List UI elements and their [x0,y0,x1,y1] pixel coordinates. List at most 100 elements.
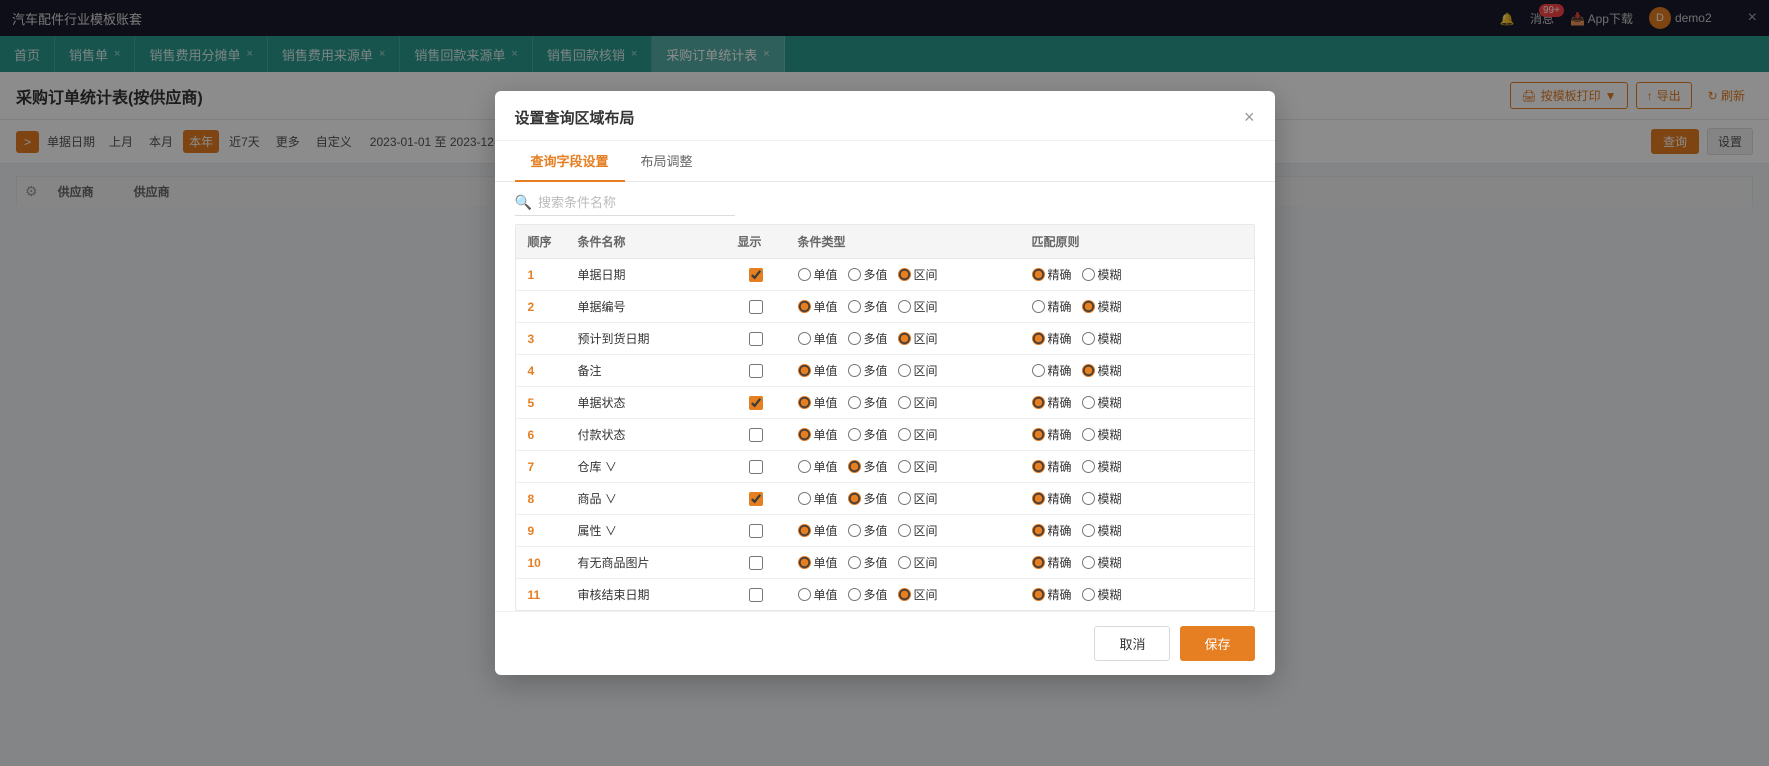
tab-layout-adjust[interactable]: 布局调整 [625,141,709,182]
table-row: 2 单据编号 单值 多值 区间 [516,291,1254,323]
match-exact-3[interactable]: 精确 [1032,362,1072,379]
type-single-6[interactable]: 单值 [798,458,838,475]
type-range-6[interactable]: 区间 [898,458,938,475]
type-multi-7[interactable]: 多值 [848,490,888,507]
row-match-6: 精确 模糊 [1020,458,1254,475]
row-checkbox-6[interactable] [726,460,786,474]
type-single-9[interactable]: 单值 [798,554,838,571]
match-exact-0[interactable]: 精确 [1032,266,1072,283]
match-exact-10[interactable]: 精确 [1032,586,1072,603]
match-fuzzy-5[interactable]: 模糊 [1082,426,1122,443]
row-checkbox-1[interactable] [726,300,786,314]
type-range-8[interactable]: 区间 [898,522,938,539]
display-checkbox-8[interactable] [749,524,763,538]
type-single-4[interactable]: 单值 [798,394,838,411]
table-rows: 1 单据日期 单值 多值 区间 [516,259,1254,610]
search-input[interactable] [538,195,735,210]
display-checkbox-5[interactable] [749,428,763,442]
row-checkbox-3[interactable] [726,364,786,378]
type-single-5[interactable]: 单值 [798,426,838,443]
match-fuzzy-0[interactable]: 模糊 [1082,266,1122,283]
match-exact-2[interactable]: 精确 [1032,330,1072,347]
type-range-7[interactable]: 区间 [898,490,938,507]
display-checkbox-4[interactable] [749,396,763,410]
match-exact-8[interactable]: 精确 [1032,522,1072,539]
match-exact-5[interactable]: 精确 [1032,426,1072,443]
type-multi-0[interactable]: 多值 [848,266,888,283]
row-checkbox-10[interactable] [726,588,786,602]
type-range-1[interactable]: 区间 [898,298,938,315]
type-single-7[interactable]: 单值 [798,490,838,507]
match-radio-group-7: 精确 模糊 [1032,490,1122,507]
row-checkbox-0[interactable] [726,268,786,282]
row-num-6: 7 [516,460,566,474]
tab-query-fields[interactable]: 查询字段设置 [515,141,625,182]
match-exact-1[interactable]: 精确 [1032,298,1072,315]
match-fuzzy-7[interactable]: 模糊 [1082,490,1122,507]
type-multi-10[interactable]: 多值 [848,586,888,603]
match-fuzzy-2[interactable]: 模糊 [1082,330,1122,347]
display-checkbox-0[interactable] [749,268,763,282]
match-fuzzy-4[interactable]: 模糊 [1082,394,1122,411]
display-checkbox-6[interactable] [749,460,763,474]
save-button[interactable]: 保存 [1180,626,1254,661]
match-fuzzy-6[interactable]: 模糊 [1082,458,1122,475]
row-match-9: 精确 模糊 [1020,554,1254,571]
match-fuzzy-9[interactable]: 模糊 [1082,554,1122,571]
type-multi-6[interactable]: 多值 [848,458,888,475]
type-multi-2[interactable]: 多值 [848,330,888,347]
type-range-3[interactable]: 区间 [898,362,938,379]
type-multi-9[interactable]: 多值 [848,554,888,571]
row-num-2: 3 [516,332,566,346]
row-type-5: 单值 多值 区间 [786,426,1020,443]
row-num-1: 2 [516,300,566,314]
type-range-2[interactable]: 区间 [898,330,938,347]
match-fuzzy-8[interactable]: 模糊 [1082,522,1122,539]
type-range-0[interactable]: 区间 [898,266,938,283]
type-multi-5[interactable]: 多值 [848,426,888,443]
display-checkbox-7[interactable] [749,492,763,506]
type-single-1[interactable]: 单值 [798,298,838,315]
row-checkbox-8[interactable] [726,524,786,538]
type-single-3[interactable]: 单值 [798,362,838,379]
type-single-0[interactable]: 单值 [798,266,838,283]
row-num-7: 8 [516,492,566,506]
match-fuzzy-3[interactable]: 模糊 [1082,362,1122,379]
match-radio-group-8: 精确 模糊 [1032,522,1122,539]
dialog-close-button[interactable]: × [1244,107,1255,128]
display-checkbox-9[interactable] [749,556,763,570]
type-single-10[interactable]: 单值 [798,586,838,603]
type-range-5[interactable]: 区间 [898,426,938,443]
type-multi-4[interactable]: 多值 [848,394,888,411]
match-fuzzy-10[interactable]: 模糊 [1082,586,1122,603]
type-radio-group-1: 单值 多值 区间 [798,298,938,315]
th-type: 条件类型 [786,233,1020,250]
match-exact-4[interactable]: 精确 [1032,394,1072,411]
display-checkbox-1[interactable] [749,300,763,314]
match-exact-7[interactable]: 精确 [1032,490,1072,507]
cancel-button[interactable]: 取消 [1094,626,1170,661]
display-checkbox-3[interactable] [749,364,763,378]
match-fuzzy-1[interactable]: 模糊 [1082,298,1122,315]
display-checkbox-10[interactable] [749,588,763,602]
match-exact-9[interactable]: 精确 [1032,554,1072,571]
row-checkbox-4[interactable] [726,396,786,410]
th-match: 匹配原则 [1020,233,1254,250]
type-range-9[interactable]: 区间 [898,554,938,571]
dialog-footer: 取消 保存 [495,611,1275,675]
type-radio-group-7: 单值 多值 区间 [798,490,938,507]
row-checkbox-5[interactable] [726,428,786,442]
type-single-8[interactable]: 单值 [798,522,838,539]
match-exact-6[interactable]: 精确 [1032,458,1072,475]
row-checkbox-2[interactable] [726,332,786,346]
row-checkbox-7[interactable] [726,492,786,506]
type-range-4[interactable]: 区间 [898,394,938,411]
type-multi-1[interactable]: 多值 [848,298,888,315]
type-multi-3[interactable]: 多值 [848,362,888,379]
type-range-10[interactable]: 区间 [898,586,938,603]
type-radio-group-9: 单值 多值 区间 [798,554,938,571]
type-single-2[interactable]: 单值 [798,330,838,347]
display-checkbox-2[interactable] [749,332,763,346]
row-checkbox-9[interactable] [726,556,786,570]
type-multi-8[interactable]: 多值 [848,522,888,539]
